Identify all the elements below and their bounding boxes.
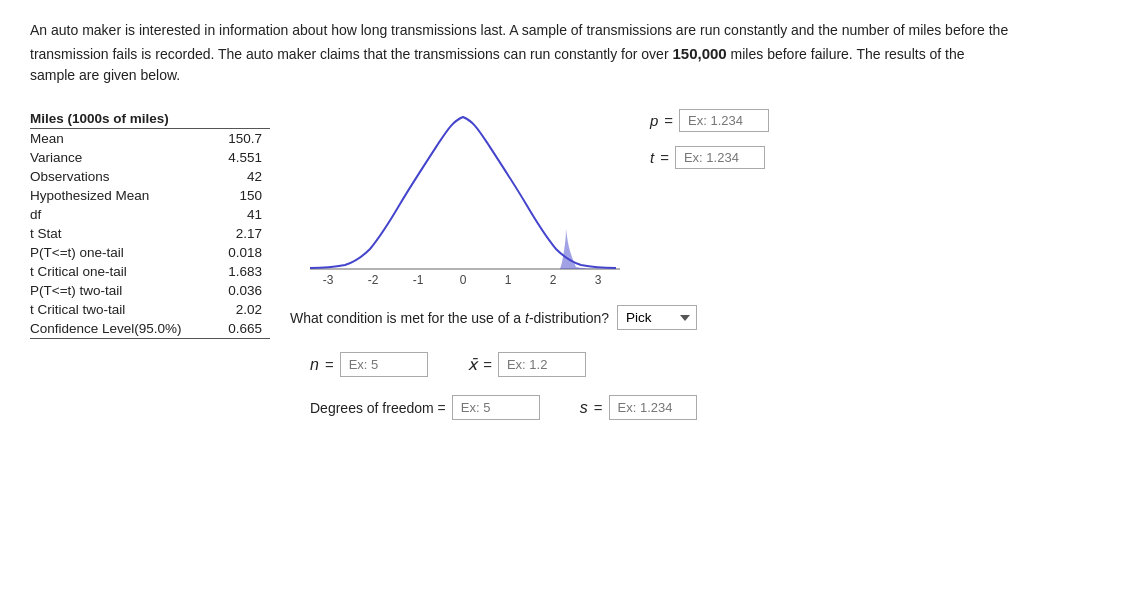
dof-group: Degrees of freedom =: [310, 395, 540, 420]
table-cell-value: 150: [208, 186, 270, 205]
p-label: p: [650, 112, 658, 129]
xbar-group: x̄ =: [468, 352, 586, 377]
table-cell-label: P(T<=t) one-tail: [30, 243, 208, 262]
table-cell-label: Confidence Level(95.0%): [30, 319, 208, 339]
svg-text:-2: -2: [368, 273, 379, 287]
intro-paragraph: An auto maker is interested in informati…: [30, 20, 1010, 87]
svg-text:3: 3: [595, 273, 602, 287]
xbar-label: x̄: [468, 355, 477, 374]
main-content: Miles (1000s of miles) Mean150.7Variance…: [30, 109, 1116, 420]
table-cell-value: 2.02: [208, 300, 270, 319]
input-row-2: Degrees of freedom = s =: [310, 395, 697, 420]
table-cell-value: 0.018: [208, 243, 270, 262]
chart-area: -3 -2 -1 0 1 2 3 p =: [290, 109, 1116, 420]
p-input[interactable]: [679, 109, 769, 132]
table-cell-label: t Critical one-tail: [30, 262, 208, 281]
table-cell-label: Variance: [30, 148, 208, 167]
svg-text:-1: -1: [413, 273, 424, 287]
s-label: s: [580, 399, 588, 417]
table-cell-label: P(T<=t) two-tail: [30, 281, 208, 300]
table-cell-label: t Stat: [30, 224, 208, 243]
input-row-1: n = x̄ =: [310, 352, 697, 377]
s-input[interactable]: [609, 395, 697, 420]
svg-text:1: 1: [505, 273, 512, 287]
condition-text: What condition is met for the use of a t…: [290, 310, 609, 326]
table-cell-value: 41: [208, 205, 270, 224]
svg-text:-3: -3: [323, 273, 334, 287]
chart-and-controls: -3 -2 -1 0 1 2 3 p =: [290, 109, 1116, 289]
p-formula-row: p =: [650, 109, 769, 132]
table-cell-label: Hypothesized Mean: [30, 186, 208, 205]
t-label: t: [650, 149, 654, 166]
table-cell-label: Observations: [30, 167, 208, 186]
n-label: n: [310, 356, 319, 374]
highlight-value: 150,000: [672, 45, 726, 62]
t-input[interactable]: [675, 146, 765, 169]
table-cell-value: 42: [208, 167, 270, 186]
table-cell-label: df: [30, 205, 208, 224]
xbar-input[interactable]: [498, 352, 586, 377]
stats-table: Miles (1000s of miles) Mean150.7Variance…: [30, 109, 270, 339]
table-cell-label: Mean: [30, 129, 208, 149]
table-header: Miles (1000s of miles): [30, 109, 270, 129]
condition-select[interactable]: Pick: [617, 305, 697, 330]
table-cell-value: 0.665: [208, 319, 270, 339]
s-group: s =: [580, 395, 697, 420]
table-cell-label: t Critical two-tail: [30, 300, 208, 319]
condition-row: What condition is met for the use of a t…: [290, 305, 697, 330]
table-cell-value: 1.683: [208, 262, 270, 281]
pt-controls: p = t =: [650, 109, 769, 179]
table-cell-value: 0.036: [208, 281, 270, 300]
table-cell-value: 150.7: [208, 129, 270, 149]
chart-container: -3 -2 -1 0 1 2 3: [290, 109, 630, 289]
table-cell-value: 4.551: [208, 148, 270, 167]
dof-label: Degrees of freedom =: [310, 400, 446, 416]
bell-curve-svg: -3 -2 -1 0 1 2 3: [290, 109, 630, 289]
svg-text:2: 2: [550, 273, 557, 287]
t-italic: t: [525, 310, 529, 326]
table-cell-value: 2.17: [208, 224, 270, 243]
t-formula-row: t =: [650, 146, 769, 169]
n-group: n =: [310, 352, 428, 377]
svg-text:0: 0: [460, 273, 467, 287]
n-input[interactable]: [340, 352, 428, 377]
dof-input[interactable]: [452, 395, 540, 420]
bottom-inputs: n = x̄ = Degrees of freedom = s =: [290, 352, 697, 420]
